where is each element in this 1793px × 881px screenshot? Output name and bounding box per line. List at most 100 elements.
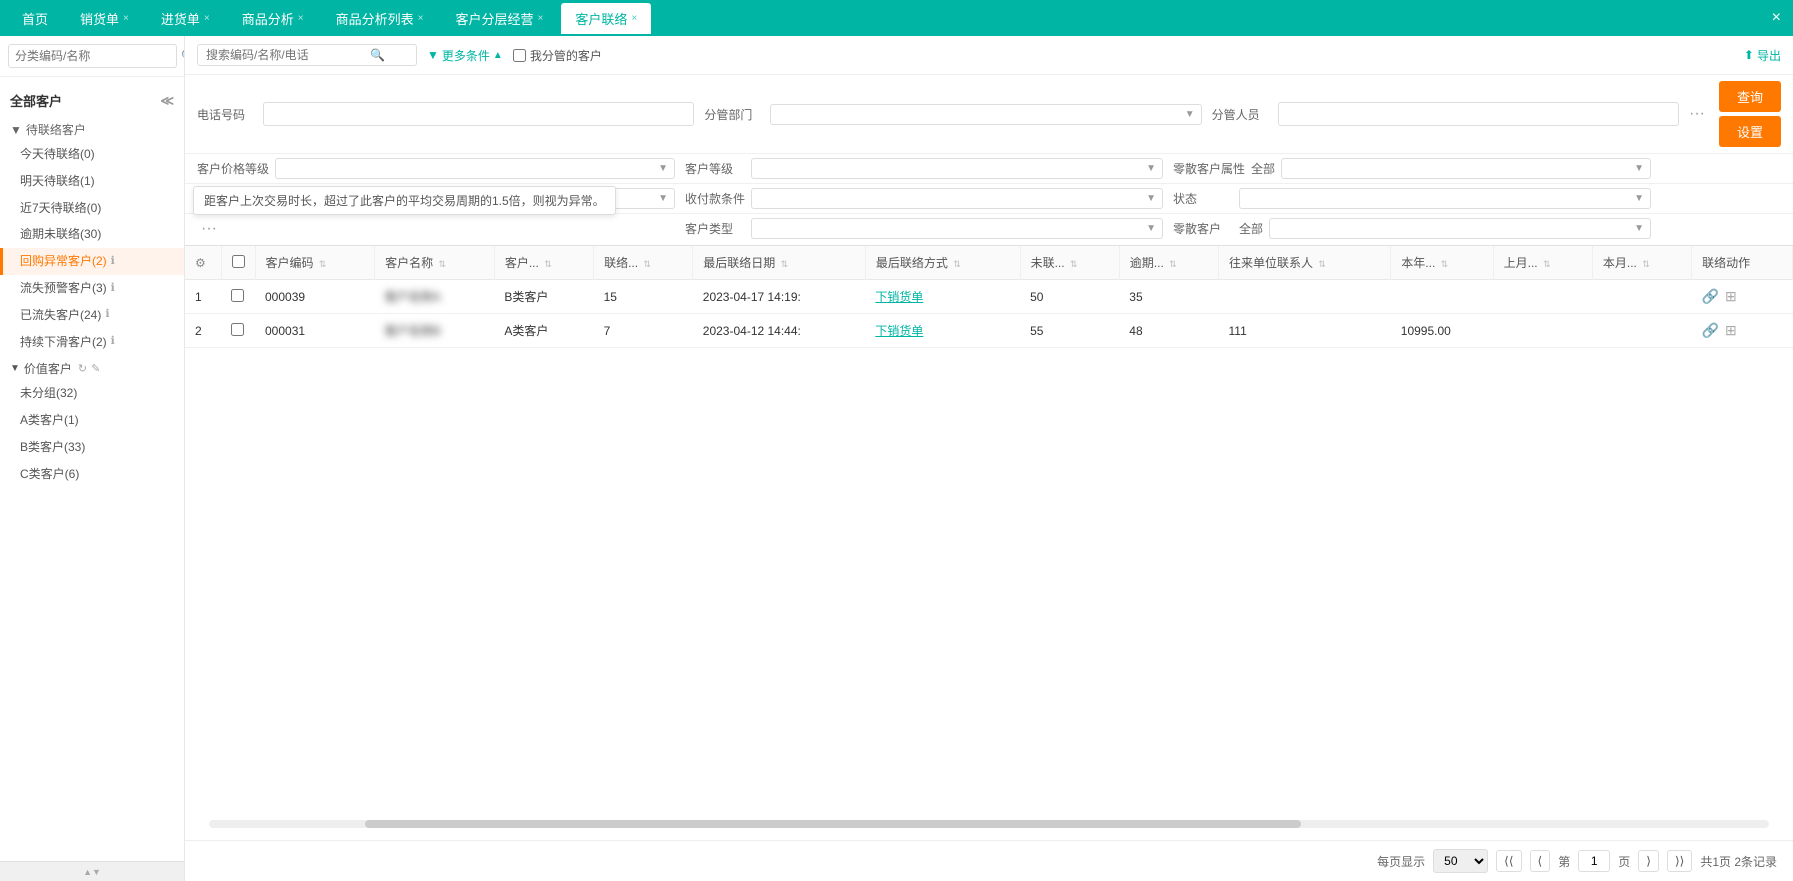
payment-select[interactable]: ▼ (751, 188, 1163, 209)
dept-select[interactable]: ▼ (770, 104, 1201, 125)
select-all-checkbox[interactable] (232, 255, 245, 268)
type-sort-icon[interactable]: ⇅ (544, 259, 552, 269)
close-customer-tier-tab[interactable]: × (537, 13, 543, 24)
sidebar-item-lostwarning[interactable]: 流失预警客户(3) ℹ (0, 275, 184, 302)
sidebar-item-class-c[interactable]: C类客户(6) (0, 461, 184, 488)
first-page-btn[interactable]: ⟨⟨ (1496, 850, 1521, 872)
query-button[interactable]: 查询 (1719, 81, 1781, 112)
sidebar-item-abnormal[interactable]: 回购异常客户(2) ℹ (0, 248, 184, 275)
sidebar-item-overdue[interactable]: 逾期未联络(30) (0, 221, 184, 248)
prev-page-btn[interactable]: ⟨ (1530, 850, 1551, 872)
sidebar-resize-handle[interactable]: ▲▼ (0, 861, 184, 881)
close-analysis-tab[interactable]: × (298, 13, 304, 24)
declining-info-icon[interactable]: ℹ (111, 334, 115, 349)
sidebar-group-waiting[interactable]: ▼ 待联络客户 (0, 116, 184, 141)
more-conditions-btn[interactable]: ▼ 更多条件 ▲ (427, 47, 503, 64)
sidebar-collapse-btn[interactable]: ≪ (160, 93, 174, 109)
my-customers-check[interactable] (513, 49, 526, 62)
row1-link-icon[interactable]: 🔗 (1702, 288, 1719, 305)
manager-dots-btn[interactable]: ··· (1685, 105, 1709, 123)
row2-lastmethod-link[interactable]: 下销货单 (875, 324, 923, 338)
row2-lastmethod[interactable]: 下销货单 (865, 314, 1020, 348)
notcontacted-sort-icon[interactable]: ⇅ (1070, 259, 1078, 269)
sidebar-item-today[interactable]: 今天待联络(0) (0, 141, 184, 168)
nav-tab-sales[interactable]: 销货单 × (66, 3, 143, 34)
sidebar-item-declining[interactable]: 持续下滑客户(2) ℹ (0, 329, 184, 356)
customer-tier-select[interactable]: ▼ (751, 158, 1163, 179)
sidebar-search-input[interactable] (8, 44, 177, 68)
row1-lastmethod-link[interactable]: 下销货单 (875, 290, 923, 304)
row2-check[interactable] (231, 323, 244, 336)
scatter-customer-value: 全部 (1239, 220, 1263, 237)
row1-check[interactable] (231, 289, 244, 302)
close-analysis-list-tab[interactable]: × (418, 13, 424, 24)
contact-sort-icon[interactable]: ⇅ (643, 259, 651, 269)
phone-input[interactable] (263, 102, 694, 126)
overdue-sort-icon[interactable]: ⇅ (1169, 259, 1177, 269)
status-select[interactable]: ▼ (1239, 188, 1651, 209)
lastmethod-sort-icon[interactable]: ⇅ (953, 259, 961, 269)
price-tier-select[interactable]: ▼ (275, 158, 675, 179)
sidebar-item-ungrouped[interactable]: 未分组(32) (0, 380, 184, 407)
last-page-btn[interactable]: ⟩⟩ (1667, 850, 1692, 872)
row2-link-icon[interactable]: 🔗 (1702, 322, 1719, 339)
row1-lastmethod[interactable]: 下销货单 (865, 280, 1020, 314)
settings-col-header[interactable]: ⚙ (185, 246, 221, 280)
manager-input[interactable] (1278, 102, 1679, 126)
next-page-btn[interactable]: ⟩ (1638, 850, 1659, 872)
row1-lastdate: 2023-04-17 14:19: (693, 280, 866, 314)
row2-grid-icon[interactable]: ⊞ (1725, 322, 1737, 339)
customer-type-select[interactable]: ▼ (751, 218, 1163, 239)
abnormal-info-icon[interactable]: ℹ (111, 254, 115, 269)
lastmonth-sort-icon[interactable]: ⇅ (1543, 259, 1551, 269)
contacts-sort-icon[interactable]: ⇅ (1318, 259, 1326, 269)
nav-tab-analysis-list[interactable]: 商品分析列表 × (322, 3, 438, 34)
code-sort-icon[interactable]: ⇅ (319, 259, 327, 269)
close-customer-contact-tab[interactable]: × (631, 13, 637, 24)
lostwarning-info-icon[interactable]: ℹ (111, 281, 115, 296)
search-input[interactable] (206, 48, 366, 62)
nav-tab-purchase[interactable]: 进货单 × (147, 3, 224, 34)
nav-tab-customer-tier[interactable]: 客户分层经营 × (441, 3, 557, 34)
close-purchase-tab[interactable]: × (204, 13, 210, 24)
sidebar-item-class-a[interactable]: A类客户(1) (0, 407, 184, 434)
nav-tab-customer-contact[interactable]: 客户联络 × (561, 3, 651, 34)
per-page-select[interactable]: 50 20 100 (1433, 849, 1488, 873)
value-group-edit-icon[interactable]: ✎ (91, 362, 100, 375)
nav-tab-home[interactable]: 首页 (8, 3, 62, 34)
table-settings-icon[interactable]: ⚙ (195, 256, 206, 270)
row1-checkbox[interactable] (221, 280, 255, 314)
sidebar-search-icon[interactable]: 🔍 (181, 49, 185, 63)
name-sort-icon[interactable]: ⇅ (439, 259, 447, 269)
sidebar-item-tomorrow[interactable]: 明天待联络(1) (0, 168, 184, 195)
sidebar-item-lost[interactable]: 已流失客户(24) ℹ (0, 302, 184, 329)
nav-tab-analysis[interactable]: 商品分析 × (228, 3, 318, 34)
close-sales-tab[interactable]: × (123, 13, 129, 24)
contacts-col-header: 往来单位联系人 ⇅ (1219, 246, 1391, 280)
row4-dots-btn[interactable]: ··· (197, 220, 221, 238)
phone-label: 电话号码 (197, 106, 257, 123)
sidebar-item-class-b[interactable]: B类客户(33) (0, 434, 184, 461)
scatter-customer-select[interactable]: ▼ (1269, 218, 1651, 239)
thismonth-sort-icon[interactable]: ⇅ (1642, 259, 1650, 269)
search-icon[interactable]: 🔍 (370, 48, 385, 62)
scatter-attr-select[interactable]: ▼ (1281, 158, 1651, 179)
current-page-input[interactable] (1578, 850, 1610, 872)
horizontal-scrollbar[interactable] (209, 820, 1769, 828)
sidebar-item-7days[interactable]: 近7天待联络(0) (0, 195, 184, 222)
settings-button[interactable]: 设置 (1719, 116, 1781, 147)
scrollbar-thumb[interactable] (365, 820, 1301, 828)
checkbox-col-header[interactable] (221, 246, 255, 280)
window-close-button[interactable]: × (1772, 9, 1781, 27)
row2-checkbox[interactable] (221, 314, 255, 348)
my-customers-checkbox[interactable]: 我分管的客户 (513, 47, 602, 64)
scatter-customer-label: 零散客户 (1173, 220, 1233, 237)
thisyear-sort-icon[interactable]: ⇅ (1441, 259, 1449, 269)
export-button[interactable]: ⬆ 导出 (1744, 47, 1781, 64)
lastdate-sort-icon[interactable]: ⇅ (781, 259, 789, 269)
row1-grid-icon[interactable]: ⊞ (1725, 288, 1737, 305)
lost-info-icon[interactable]: ℹ (105, 307, 109, 322)
all-customers-header[interactable]: 全部客户 ≪ (0, 85, 184, 116)
value-group-refresh-icon[interactable]: ↻ (78, 362, 87, 375)
row2-type: A类客户 (494, 314, 593, 348)
